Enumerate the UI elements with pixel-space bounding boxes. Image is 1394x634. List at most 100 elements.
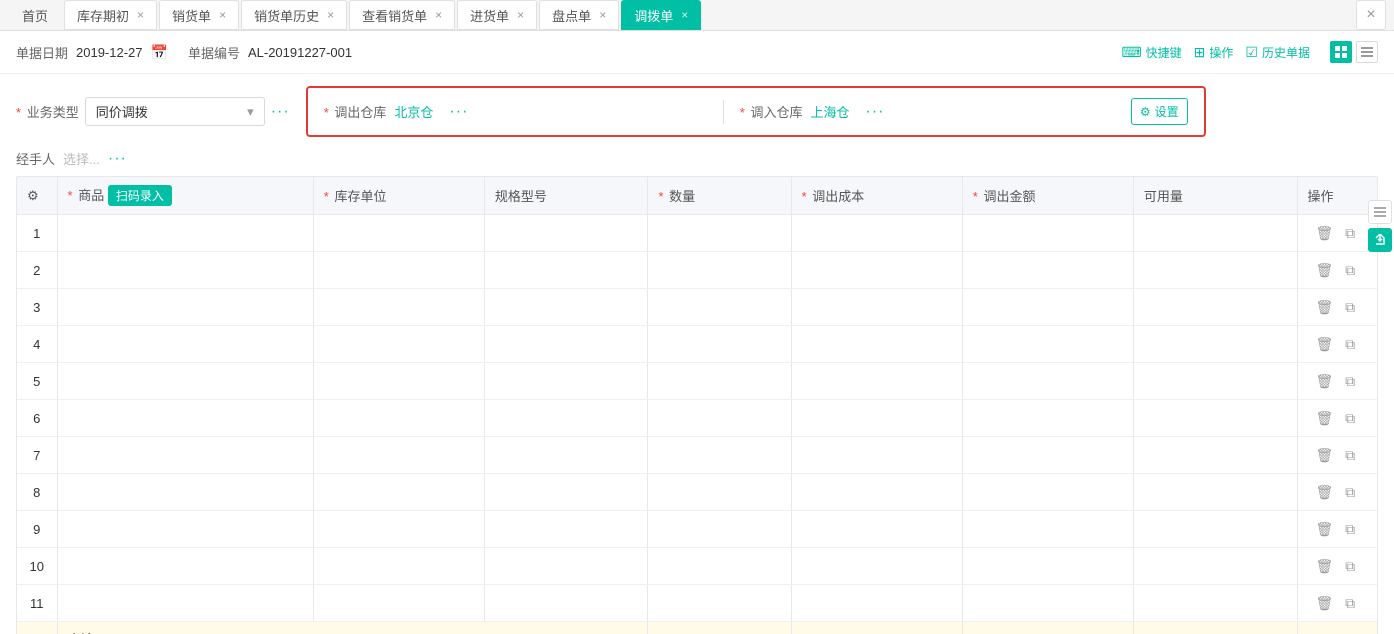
tab-close-view-sales[interactable]: × (435, 8, 442, 22)
warehouse-section: * 调出仓库 北京仓 ··· * 调入仓库 上海仓 ··· (306, 86, 1206, 137)
business-type-more-btn[interactable]: ··· (271, 103, 290, 121)
delete-btn[interactable]: 🗑 (1313, 407, 1335, 429)
warehouse-in-value: 上海仓 (811, 102, 850, 121)
shortcut-label: 快捷键 (1146, 44, 1182, 61)
tab-close-inventory-init[interactable]: × (137, 8, 144, 22)
header-actions: ⌨ 快捷键 ⊞ 操作 ☑ 历史单据 (1121, 41, 1378, 63)
row-product[interactable] (57, 252, 313, 289)
sidebar-list-btn[interactable] (1368, 200, 1392, 224)
row-product[interactable] (57, 585, 313, 622)
business-type-select[interactable]: 同价调拨 ▾ (85, 97, 265, 126)
copy-btn[interactable]: ⧉ (1339, 518, 1361, 540)
copy-btn[interactable]: ⧉ (1339, 333, 1361, 355)
tab-close-sales-order[interactable]: × (219, 8, 226, 22)
required-star-business: * (16, 105, 21, 120)
row-product[interactable] (57, 215, 313, 252)
person-select[interactable]: 选择... (63, 149, 100, 168)
calendar-icon[interactable]: 📅 (151, 44, 168, 61)
row-actions: 🗑 ⧉ (1297, 326, 1377, 363)
operation-btn[interactable]: ⊞ 操作 (1194, 44, 1234, 61)
copy-btn[interactable]: ⧉ (1339, 444, 1361, 466)
table-row: 1 🗑 ⧉ (17, 215, 1377, 252)
table-row: 2 🗑 ⧉ (17, 252, 1377, 289)
delete-btn[interactable]: 🗑 (1313, 296, 1335, 318)
row-product[interactable] (57, 289, 313, 326)
delete-btn[interactable]: 🗑 (1313, 592, 1335, 614)
scan-entry-btn[interactable]: 扫码录入 (108, 185, 172, 206)
row-product[interactable] (57, 437, 313, 474)
row-product[interactable] (57, 363, 313, 400)
row-actions: 🗑 ⧉ (1297, 474, 1377, 511)
delete-btn[interactable]: 🗑 (1313, 222, 1335, 244)
tab-close-purchase-order[interactable]: × (517, 8, 524, 22)
table-row: 6 🗑 ⧉ (17, 400, 1377, 437)
right-sidebar (1366, 0, 1394, 634)
col-header-gear[interactable]: ⚙ (17, 177, 57, 215)
business-type-value: 同价调拨 (96, 102, 148, 121)
business-type-group: * 业务类型 同价调拨 ▾ ··· (16, 97, 290, 126)
person-more-btn[interactable]: ··· (108, 150, 127, 168)
col-header-available: 可用量 (1133, 177, 1297, 215)
copy-btn[interactable]: ⧉ (1339, 555, 1361, 577)
form-header: 单据日期 2019-12-27 📅 单据编号 AL-20191227-001 ⌨… (0, 31, 1394, 74)
tab-sales-history[interactable]: 销货单历史 × (241, 0, 347, 30)
copy-btn[interactable]: ⧉ (1339, 222, 1361, 244)
copy-btn[interactable]: ⧉ (1339, 481, 1361, 503)
row-product[interactable] (57, 511, 313, 548)
delete-btn[interactable]: 🗑 (1313, 370, 1335, 392)
delete-btn[interactable]: 🗑 (1313, 444, 1335, 466)
tab-stocktake-label: 盘点单 (552, 6, 591, 25)
table-row: 5 🗑 ⧉ (17, 363, 1377, 400)
row-actions: 🗑 ⧉ (1297, 215, 1377, 252)
col-header-cost: * 调出成本 (791, 177, 962, 215)
table-row: 4 🗑 ⧉ (17, 326, 1377, 363)
settings-btn[interactable]: ⚙ 设置 (1131, 98, 1188, 125)
row-product[interactable] (57, 326, 313, 363)
tab-transfer[interactable]: 调拨单 × (621, 0, 701, 30)
copy-btn[interactable]: ⧉ (1339, 407, 1361, 429)
tab-close-sales-history[interactable]: × (327, 8, 334, 22)
row-product[interactable] (57, 400, 313, 437)
table-row: 11 🗑 ⧉ (17, 585, 1377, 622)
copy-btn[interactable]: ⧉ (1339, 592, 1361, 614)
tab-transfer-label: 调拨单 (634, 6, 673, 25)
tab-sales-order[interactable]: 销货单 × (159, 0, 239, 30)
subtotal-label-cell (17, 622, 57, 634)
delete-btn[interactable]: 🗑 (1313, 481, 1335, 503)
warehouse-out-more-btn[interactable]: ··· (449, 103, 468, 121)
history-btn[interactable]: ☑ 历史单据 (1245, 44, 1310, 61)
copy-btn[interactable]: ⧉ (1339, 370, 1361, 392)
row-num: 9 (17, 511, 57, 548)
row-product[interactable] (57, 474, 313, 511)
tab-view-sales[interactable]: 查看销货单 × (349, 0, 455, 30)
table-row: 10 🗑 ⧉ (17, 548, 1377, 585)
gear-icon: ⚙ (1140, 105, 1151, 119)
warehouse-in-more-btn[interactable]: ··· (866, 103, 885, 121)
number-value: AL-20191227-001 (248, 45, 352, 60)
row-spec (484, 252, 648, 289)
delete-btn[interactable]: 🗑 (1313, 555, 1335, 577)
table-row: 9 🗑 ⧉ (17, 511, 1377, 548)
shortcut-btn[interactable]: ⌨ 快捷键 (1121, 44, 1181, 61)
tab-purchase-order[interactable]: 进货单 × (457, 0, 537, 30)
warehouse-out-field: * 调出仓库 北京仓 ··· (324, 102, 707, 121)
col-header-amount: * 调出金额 (962, 177, 1133, 215)
row-amount (962, 252, 1133, 289)
copy-btn[interactable]: ⧉ (1339, 296, 1361, 318)
tab-inventory-init[interactable]: 库存期初 × (64, 0, 157, 30)
tab-close-transfer[interactable]: × (681, 8, 688, 22)
tab-close-stocktake[interactable]: × (599, 8, 606, 22)
tab-stocktake[interactable]: 盘点单 × (539, 0, 619, 30)
row-actions: 🗑 ⧉ (1297, 437, 1377, 474)
copy-btn[interactable]: ⧉ (1339, 259, 1361, 281)
delete-btn[interactable]: 🗑 (1313, 259, 1335, 281)
warehouse-out-value: 北京仓 (394, 102, 433, 121)
tab-home[interactable]: 首页 (8, 0, 62, 30)
sidebar-export-btn[interactable] (1368, 228, 1392, 252)
row-product[interactable] (57, 548, 313, 585)
delete-btn[interactable]: 🗑 (1313, 333, 1335, 355)
row-available (1133, 215, 1297, 252)
layout-btn-1[interactable] (1330, 41, 1352, 63)
row-cost (791, 215, 962, 252)
delete-btn[interactable]: 🗑 (1313, 518, 1335, 540)
